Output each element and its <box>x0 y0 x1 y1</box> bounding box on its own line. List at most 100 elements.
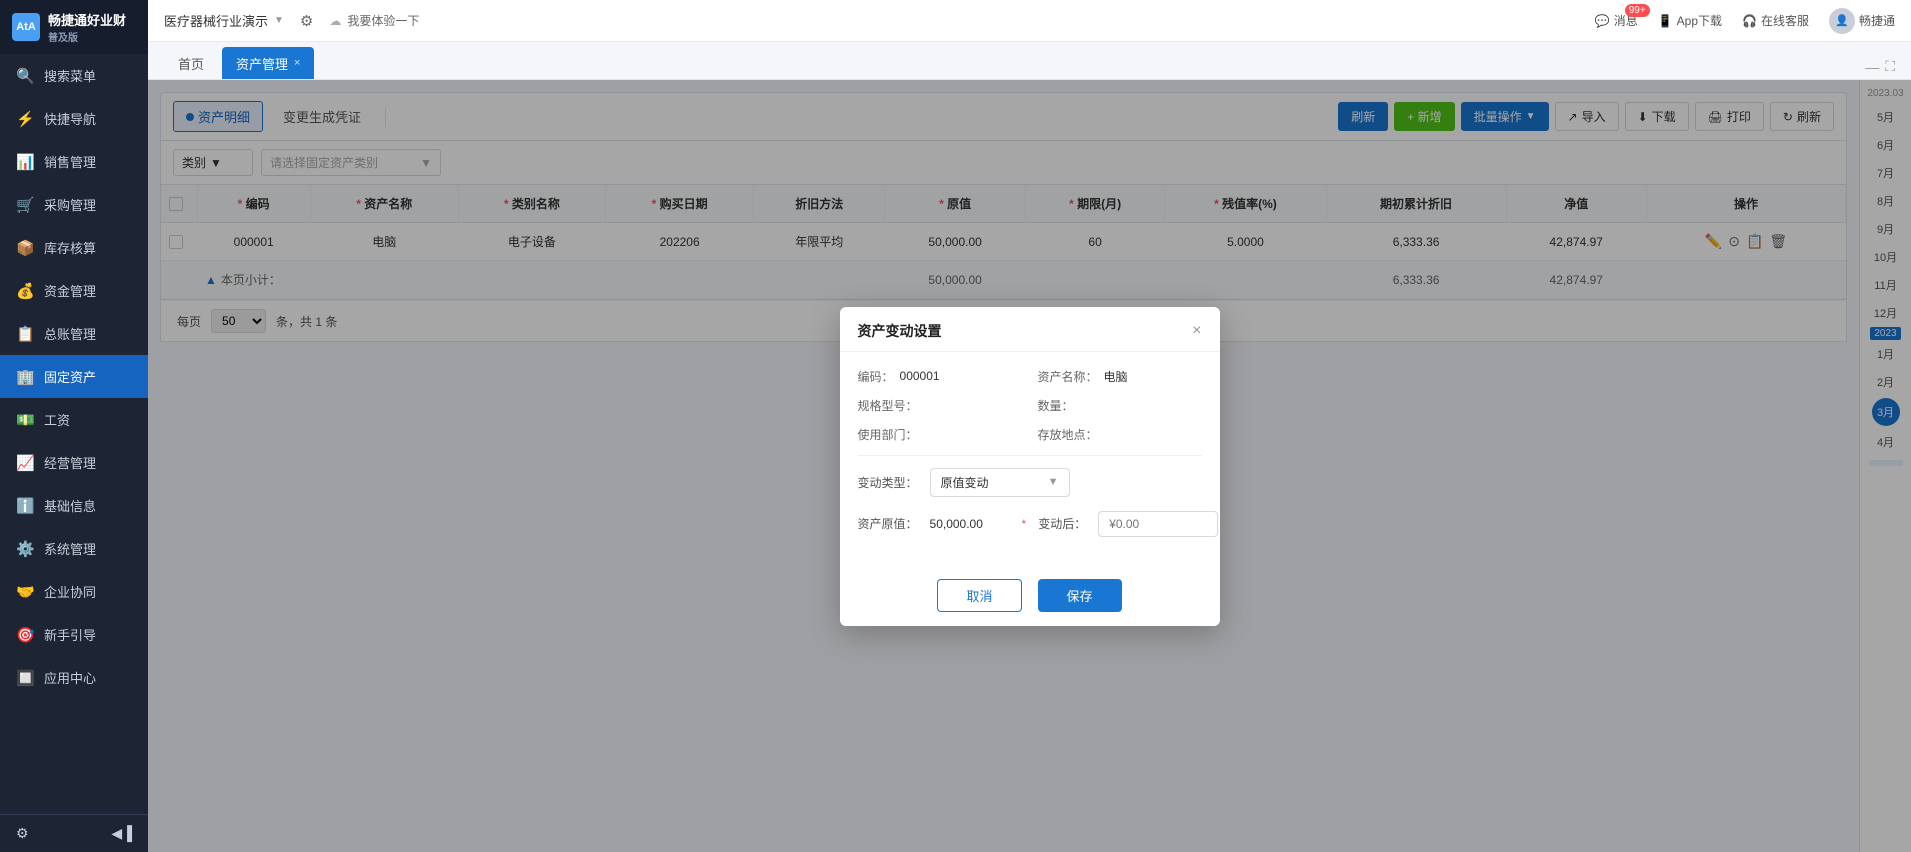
location-label: 存放地点： <box>1038 426 1098 443</box>
sidebar-nav: 🔍 搜索菜单 ⚡ 快捷导航 📊 销售管理 🛒 采购管理 📦 库存核算 💰 资金管… <box>0 54 148 814</box>
after-change-label: 变动后： <box>1038 515 1086 532</box>
cancel-button[interactable]: 取消 <box>937 579 1021 612</box>
sidebar-item-label: 经营管理 <box>44 453 96 472</box>
messages-button[interactable]: 💬 消息 99+ <box>1595 12 1638 29</box>
save-button[interactable]: 保存 <box>1038 579 1122 612</box>
tab-minimize-icon[interactable]: — <box>1865 59 1879 75</box>
sidebar-bottom: ⚙ ◀▐ <box>0 814 148 852</box>
sidebar-item-guide[interactable]: 🎯 新手引导 <box>0 613 148 656</box>
dialog-close-icon[interactable]: × <box>1192 323 1201 339</box>
sidebar-item-payroll[interactable]: 💵 工资 <box>0 398 148 441</box>
field-dept: 使用部门： <box>858 426 1022 443</box>
sidebar-item-label: 库存核算 <box>44 238 96 257</box>
sidebar-item-system[interactable]: ⚙️ 系统管理 <box>0 527 148 570</box>
spec-label: 规格型号： <box>858 397 918 414</box>
sidebar-item-collab[interactable]: 🤝 企业协同 <box>0 570 148 613</box>
sidebar: AtA 畅捷通好业财 普及版 🔍 搜索菜单 ⚡ 快捷导航 📊 销售管理 🛒 采购… <box>0 0 148 852</box>
sidebar-item-basic-info[interactable]: ℹ️ 基础信息 <box>0 484 148 527</box>
sidebar-item-label: 新手引导 <box>44 625 96 644</box>
asset-name-label: 资产名称： <box>1038 368 1098 385</box>
collapse-icon[interactable]: ◀▐ <box>111 825 132 842</box>
app-logo: AtA 畅捷通好业财 普及版 <box>0 0 148 54</box>
field-location: 存放地点： <box>1038 426 1202 443</box>
tab-home[interactable]: 首页 <box>164 47 218 79</box>
dialog-info-row2: 规格型号： 数量： <box>858 397 1202 414</box>
sidebar-item-sales[interactable]: 📊 销售管理 <box>0 140 148 183</box>
dialog-title: 资产变动设置 <box>858 321 942 341</box>
company-selector[interactable]: 医疗器械行业演示 ▼ <box>164 11 284 30</box>
payroll-icon: 💵 <box>16 411 34 429</box>
original-value-label: 资产原值： <box>858 515 918 532</box>
sidebar-item-label: 搜索菜单 <box>44 66 96 85</box>
basic-info-icon: ℹ️ <box>16 497 34 515</box>
dialog-header: 资产变动设置 × <box>840 307 1220 352</box>
tab-home-label: 首页 <box>178 54 204 73</box>
sidebar-item-finance[interactable]: 💰 资金管理 <box>0 269 148 312</box>
after-change-input[interactable] <box>1098 511 1218 537</box>
field-qty: 数量： <box>1038 397 1202 414</box>
code-label: 编码： <box>858 368 894 385</box>
message-icon: 💬 <box>1595 14 1610 28</box>
dept-label: 使用部门： <box>858 426 918 443</box>
topbar-right: 💬 消息 99+ 📱 App下载 🎧 在线客服 👤 畅捷通 <box>1595 8 1895 34</box>
asset-change-dialog: 资产变动设置 × 编码： 000001 资产名称： 电脑 <box>840 307 1220 626</box>
sidebar-item-appstore[interactable]: 🔲 应用中心 <box>0 656 148 699</box>
sidebar-item-search[interactable]: 🔍 搜索菜单 <box>0 54 148 97</box>
sidebar-item-inventory[interactable]: 📦 库存核算 <box>0 226 148 269</box>
user-area[interactable]: 👤 畅捷通 <box>1829 8 1895 34</box>
avatar: 👤 <box>1829 8 1855 34</box>
field-spec: 规格型号： <box>858 397 1022 414</box>
tab-asset-label: 资产管理 <box>236 54 288 73</box>
sidebar-item-label: 企业协同 <box>44 582 96 601</box>
finance-icon: 💰 <box>16 282 34 300</box>
sidebar-item-ledger[interactable]: 📋 总账管理 <box>0 312 148 355</box>
field-name: 资产名称： 电脑 <box>1038 368 1202 385</box>
headset-icon: 🎧 <box>1742 14 1757 28</box>
messages-badge: 99+ <box>1625 4 1650 17</box>
sidebar-item-quicknav[interactable]: ⚡ 快捷导航 <box>0 97 148 140</box>
topbar: 医疗器械行业演示 ▼ ⚙ ☁ 我要体验一下 💬 消息 99+ 📱 App下载 🎧… <box>148 0 1911 42</box>
guide-icon: 🎯 <box>16 626 34 644</box>
dialog-divider <box>858 455 1202 456</box>
user-label: 畅捷通 <box>1859 12 1895 29</box>
appstore-icon: 🔲 <box>16 669 34 687</box>
dialog-overlay: 资产变动设置 × 编码： 000001 资产名称： 电脑 <box>148 80 1911 852</box>
app-edition: 普及版 <box>48 29 126 44</box>
change-type-select[interactable]: 原值变动 ▼ <box>930 468 1070 497</box>
field-code: 编码： 000001 <box>858 368 1022 385</box>
sidebar-item-label: 采购管理 <box>44 195 96 214</box>
tip-button[interactable]: ☁ 我要体验一下 <box>329 12 419 29</box>
sales-icon: 📊 <box>16 153 34 171</box>
form-row-change-type: 变动类型： 原值变动 ▼ <box>858 468 1202 497</box>
purchase-icon: 🛒 <box>16 196 34 214</box>
dialog-info-row1: 编码： 000001 资产名称： 电脑 <box>858 368 1202 385</box>
code-value: 000001 <box>900 369 940 383</box>
sidebar-item-label: 销售管理 <box>44 152 96 171</box>
main-content: 医疗器械行业演示 ▼ ⚙ ☁ 我要体验一下 💬 消息 99+ 📱 App下载 🎧… <box>148 0 1911 852</box>
search-icon: 🔍 <box>16 67 34 85</box>
tabbar: 首页 资产管理 × — ⛶ <box>148 42 1911 80</box>
operations-icon: 📈 <box>16 454 34 472</box>
app-name: 畅捷通好业财 <box>48 10 126 29</box>
tab-asset-management[interactable]: 资产管理 × <box>222 47 314 79</box>
asset-name-value: 电脑 <box>1104 368 1128 385</box>
dialog-info-row3: 使用部门： 存放地点： <box>858 426 1202 443</box>
sidebar-item-label: 总账管理 <box>44 324 96 343</box>
sidebar-item-label: 资金管理 <box>44 281 96 300</box>
required-star: * <box>1022 517 1027 531</box>
tab-close-icon[interactable]: × <box>294 57 300 69</box>
download-button[interactable]: 📱 App下载 <box>1658 12 1722 29</box>
settings-icon[interactable]: ⚙ <box>16 825 29 842</box>
sidebar-item-purchase[interactable]: 🛒 采购管理 <box>0 183 148 226</box>
inventory-icon: 📦 <box>16 239 34 257</box>
sidebar-item-operations[interactable]: 📈 经营管理 <box>0 441 148 484</box>
change-type-value: 原值变动 <box>941 474 989 491</box>
company-dropdown-arrow: ▼ <box>274 15 284 26</box>
change-type-arrow-icon: ▼ <box>1048 476 1059 488</box>
service-button[interactable]: 🎧 在线客服 <box>1742 12 1809 29</box>
settings-gear-icon[interactable]: ⚙ <box>300 12 313 30</box>
mobile-icon: 📱 <box>1658 14 1673 28</box>
cloud-icon: ☁ <box>329 14 341 28</box>
sidebar-item-fixed-assets[interactable]: 🏢 固定资产 <box>0 355 148 398</box>
tab-expand-icon[interactable]: ⛶ <box>1885 58 1895 75</box>
